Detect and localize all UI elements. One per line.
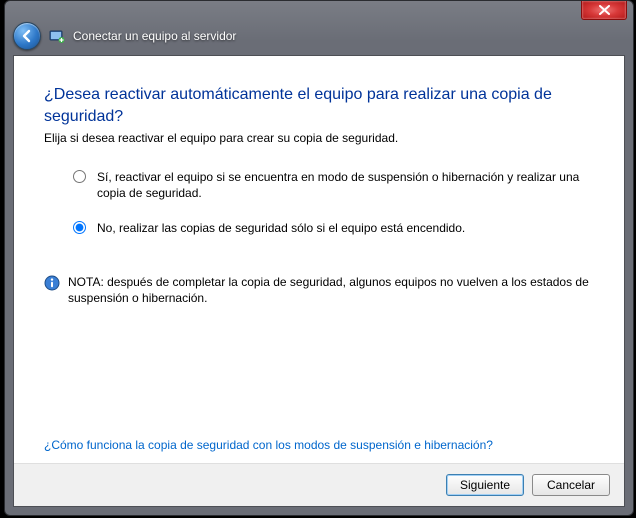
cancel-button[interactable]: Cancelar (532, 474, 610, 496)
content-area: ¿Desea reactivar automáticamente el equi… (14, 56, 624, 464)
help-link[interactable]: ¿Cómo funciona la copia de seguridad con… (44, 438, 493, 452)
page-subtext: Elija si desea reactivar el equipo para … (44, 131, 594, 145)
footer: Siguiente Cancelar (14, 463, 624, 506)
note-row: NOTA: después de completar la copia de s… (44, 274, 594, 306)
page-heading: ¿Desea reactivar automáticamente el equi… (44, 84, 594, 127)
back-button[interactable] (13, 22, 41, 50)
wizard-app-icon (49, 28, 65, 44)
wizard-header: Conectar un equipo al servidor (5, 21, 633, 51)
radio-option-no[interactable]: No, realizar las copias de seguridad sól… (68, 220, 594, 236)
wizard-title: Conectar un equipo al servidor (73, 29, 236, 43)
radio-no-label: No, realizar las copias de seguridad sól… (97, 220, 465, 236)
close-icon (599, 5, 610, 15)
next-button[interactable]: Siguiente (446, 474, 524, 496)
radio-no-input[interactable] (73, 221, 86, 234)
info-icon (44, 275, 60, 291)
note-text: NOTA: después de completar la copia de s… (68, 274, 594, 306)
arrow-left-icon (20, 29, 34, 43)
close-button[interactable] (581, 1, 627, 20)
radio-group: Sí, reactivar el equipo si se encuentra … (68, 169, 594, 236)
titlebar (5, 1, 633, 21)
content-panel: ¿Desea reactivar automáticamente el equi… (13, 55, 625, 507)
radio-yes-input[interactable] (73, 170, 86, 183)
radio-option-yes[interactable]: Sí, reactivar el equipo si se encuentra … (68, 169, 594, 201)
radio-yes-label: Sí, reactivar el equipo si se encuentra … (97, 169, 594, 201)
wizard-window: Conectar un equipo al servidor ¿Desea re… (4, 0, 634, 516)
